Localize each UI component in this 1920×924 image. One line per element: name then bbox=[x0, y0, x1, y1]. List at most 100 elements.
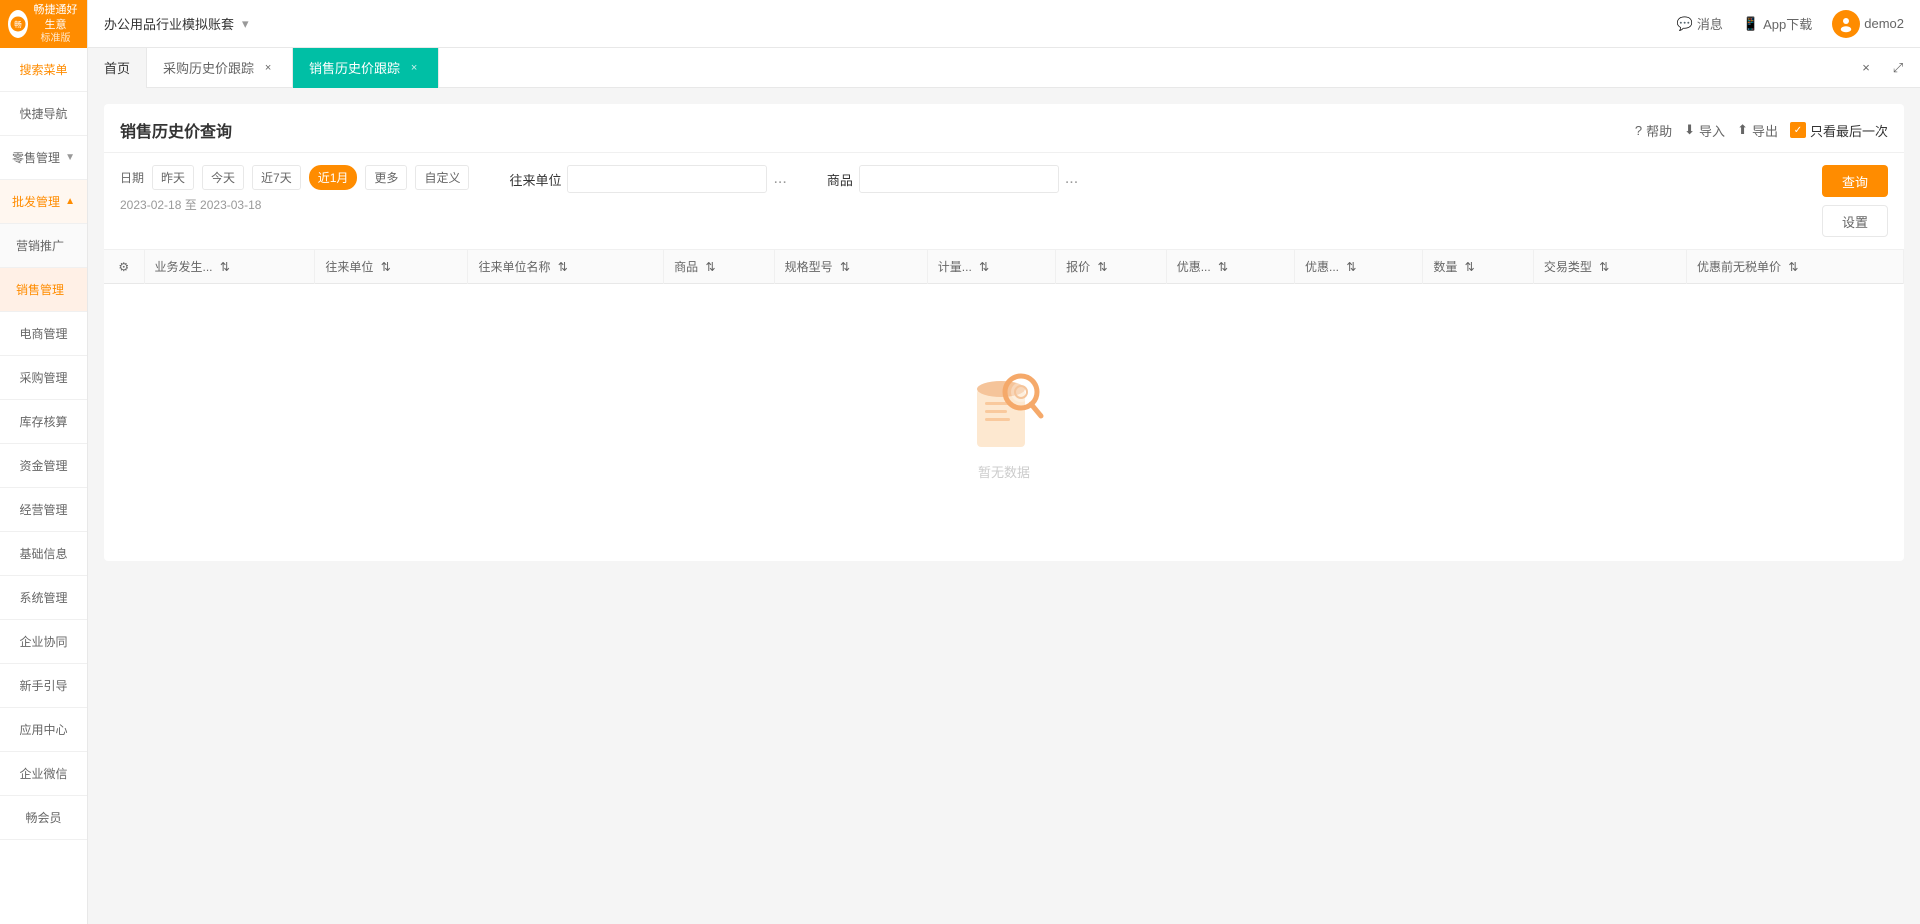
partner-picker-icon[interactable]: ... bbox=[773, 170, 786, 188]
col-trade-type[interactable]: 交易类型 ⇅ bbox=[1533, 250, 1686, 284]
sidebar-item-purchase[interactable]: 采购管理 bbox=[0, 356, 87, 400]
sidebar-item-finance[interactable]: 资金管理 bbox=[0, 444, 87, 488]
date-btn-yesterday[interactable]: 昨天 bbox=[152, 165, 194, 190]
user-profile[interactable]: demo2 bbox=[1832, 10, 1904, 38]
date-filter-label: 日期 bbox=[120, 169, 144, 186]
message-button[interactable]: 💬 消息 bbox=[1677, 14, 1723, 33]
tab-home[interactable]: 首页 bbox=[88, 48, 147, 88]
sidebar-item-quicknav[interactable]: 快捷导航 bbox=[0, 92, 87, 136]
empty-state: 暂无数据 bbox=[104, 284, 1904, 561]
logo-text: 畅捷通好生意 标准版 bbox=[32, 3, 79, 45]
date-btn-7days[interactable]: 近7天 bbox=[252, 165, 301, 190]
only-last-checkbox[interactable]: ✓ 只看最后一次 bbox=[1790, 121, 1888, 140]
checkbox-icon: ✓ bbox=[1790, 122, 1806, 138]
col-partner-code[interactable]: 往来单位 ⇅ bbox=[315, 250, 468, 284]
settings-icon: ⚙ bbox=[118, 260, 129, 274]
sort-icon-partner-code: ⇅ bbox=[381, 260, 391, 274]
col-bizdate[interactable]: 业务发生... ⇅ bbox=[144, 250, 315, 284]
sidebar-item-appstore[interactable]: 应用中心 bbox=[0, 708, 87, 752]
filter-actions: 查询 设置 bbox=[1822, 165, 1888, 237]
date-buttons-row: 日期 昨天 今天 近7天 近1月 更多 自定义 bbox=[120, 165, 469, 190]
date-btn-more[interactable]: 更多 bbox=[365, 165, 407, 190]
sidebar-item-collab[interactable]: 企业协同 bbox=[0, 620, 87, 664]
empty-text: 暂无数据 bbox=[978, 462, 1030, 481]
close-tab-button[interactable]: × bbox=[1852, 54, 1880, 82]
sidebar-item-basic[interactable]: 基础信息 bbox=[0, 532, 87, 576]
tab-sales-history[interactable]: 销售历史价跟踪 × bbox=[293, 48, 439, 88]
sidebar-item-inventory[interactable]: 库存核算 bbox=[0, 400, 87, 444]
import-icon: ⬇ bbox=[1684, 122, 1695, 138]
partner-filter-group: 往来单位 ... bbox=[509, 165, 786, 193]
sort-icon-qty: ⇅ bbox=[1465, 260, 1475, 274]
query-button[interactable]: 查询 bbox=[1822, 165, 1888, 197]
col-pretax[interactable]: 优惠前无税单价 ⇅ bbox=[1687, 250, 1904, 284]
product-input[interactable] bbox=[859, 165, 1059, 193]
col-partner-name[interactable]: 往来单位名称 ⇅ bbox=[468, 250, 664, 284]
empty-svg-icon bbox=[959, 364, 1049, 454]
export-icon: ⬆ bbox=[1737, 122, 1748, 138]
topbar-right: 💬 消息 📱 App下载 demo2 bbox=[1677, 10, 1904, 38]
sort-icon-quote: ⇅ bbox=[1097, 260, 1107, 274]
chevron-down-icon: ▼ bbox=[65, 152, 75, 163]
col-discount1[interactable]: 优惠... ⇅ bbox=[1166, 250, 1294, 284]
page-title: 销售历史价查询 bbox=[120, 118, 232, 142]
date-range-display: 2023-02-18 至 2023-03-18 bbox=[120, 196, 469, 213]
sidebar-item-retail[interactable]: 零售管理 ▼ bbox=[0, 136, 87, 180]
filter-area: 日期 昨天 今天 近7天 近1月 更多 自定义 2023-02-18 至 202… bbox=[104, 153, 1904, 250]
import-button[interactable]: ⬇ 导入 bbox=[1684, 121, 1725, 140]
maximize-button[interactable]: ⤢ bbox=[1884, 54, 1912, 82]
help-button[interactable]: ? 帮助 bbox=[1635, 121, 1672, 140]
sort-icon-partner-name: ⇅ bbox=[558, 260, 568, 274]
tab-close-purchase[interactable]: × bbox=[260, 60, 276, 76]
username: demo2 bbox=[1864, 16, 1904, 31]
sidebar-item-sales[interactable]: 销售管理 bbox=[0, 268, 87, 312]
table-settings-col[interactable]: ⚙ bbox=[104, 250, 144, 284]
logo-icon: 畅 bbox=[8, 10, 28, 38]
sidebar-item-marketing[interactable]: 营销推广 bbox=[0, 224, 87, 268]
date-filter-group: 日期 昨天 今天 近7天 近1月 更多 自定义 2023-02-18 至 202… bbox=[120, 165, 469, 213]
sort-icon-unit: ⇅ bbox=[979, 260, 989, 274]
table-container: ⚙ 业务发生... ⇅ 往来单位 ⇅ 往来单位名称 bbox=[104, 250, 1904, 561]
sidebar-item-wholesale[interactable]: 批发管理 ▲ bbox=[0, 180, 87, 224]
col-spec[interactable]: 规格型号 ⇅ bbox=[774, 250, 927, 284]
topbar: 办公用品行业模拟账套 ▾ 💬 消息 📱 App下载 demo2 bbox=[88, 0, 1920, 48]
sidebar-item-system[interactable]: 系统管理 bbox=[0, 576, 87, 620]
sidebar-item-newguide[interactable]: 新手引导 bbox=[0, 664, 87, 708]
sidebar-item-ecommerce[interactable]: 电商管理 bbox=[0, 312, 87, 356]
date-btn-today[interactable]: 今天 bbox=[202, 165, 244, 190]
col-product[interactable]: 商品 ⇅ bbox=[664, 250, 775, 284]
logo-area: 畅 畅捷通好生意 标准版 bbox=[0, 0, 87, 48]
col-unit[interactable]: 计量... ⇅ bbox=[927, 250, 1055, 284]
sidebar-item-operation[interactable]: 经营管理 bbox=[0, 488, 87, 532]
help-icon: ? bbox=[1635, 123, 1642, 138]
tab-purchase-history[interactable]: 采购历史价跟踪 × bbox=[147, 48, 293, 88]
svg-text:畅: 畅 bbox=[14, 19, 22, 29]
col-qty[interactable]: 数量 ⇅ bbox=[1423, 250, 1534, 284]
topbar-dropdown-icon[interactable]: ▾ bbox=[242, 16, 249, 32]
sort-icon-spec: ⇅ bbox=[840, 260, 850, 274]
sidebar-item-search[interactable]: 搜索菜单 bbox=[0, 48, 87, 92]
sort-icon-product: ⇅ bbox=[705, 260, 715, 274]
partner-input[interactable] bbox=[567, 165, 767, 193]
sort-icon-discount1: ⇅ bbox=[1218, 260, 1228, 274]
sort-icon-discount2: ⇅ bbox=[1346, 260, 1356, 274]
product-filter-label: 商品 bbox=[827, 170, 853, 189]
date-btn-custom[interactable]: 自定义 bbox=[415, 165, 469, 190]
data-table: ⚙ 业务发生... ⇅ 往来单位 ⇅ 往来单位名称 bbox=[104, 250, 1904, 284]
col-discount2[interactable]: 优惠... ⇅ bbox=[1295, 250, 1423, 284]
app-download-button[interactable]: 📱 App下载 bbox=[1743, 14, 1812, 33]
settings-button[interactable]: 设置 bbox=[1822, 205, 1888, 237]
product-filter-group: 商品 ... bbox=[827, 165, 1078, 193]
sidebar-item-member[interactable]: 畅会员 bbox=[0, 796, 87, 840]
sidebar-item-wechat[interactable]: 企业微信 bbox=[0, 752, 87, 796]
avatar bbox=[1832, 10, 1860, 38]
empty-illustration bbox=[959, 364, 1049, 454]
date-btn-1month[interactable]: 近1月 bbox=[309, 165, 358, 190]
topbar-title: 办公用品行业模拟账套 bbox=[104, 14, 234, 33]
tabbar: 首页 采购历史价跟踪 × 销售历史价跟踪 × × ⤢ bbox=[88, 48, 1920, 88]
col-quote[interactable]: 报价 ⇅ bbox=[1056, 250, 1167, 284]
chevron-up-icon: ▲ bbox=[65, 196, 75, 207]
product-picker-icon[interactable]: ... bbox=[1065, 170, 1078, 188]
tab-close-sales[interactable]: × bbox=[406, 60, 422, 76]
export-button[interactable]: ⬆ 导出 bbox=[1737, 121, 1778, 140]
